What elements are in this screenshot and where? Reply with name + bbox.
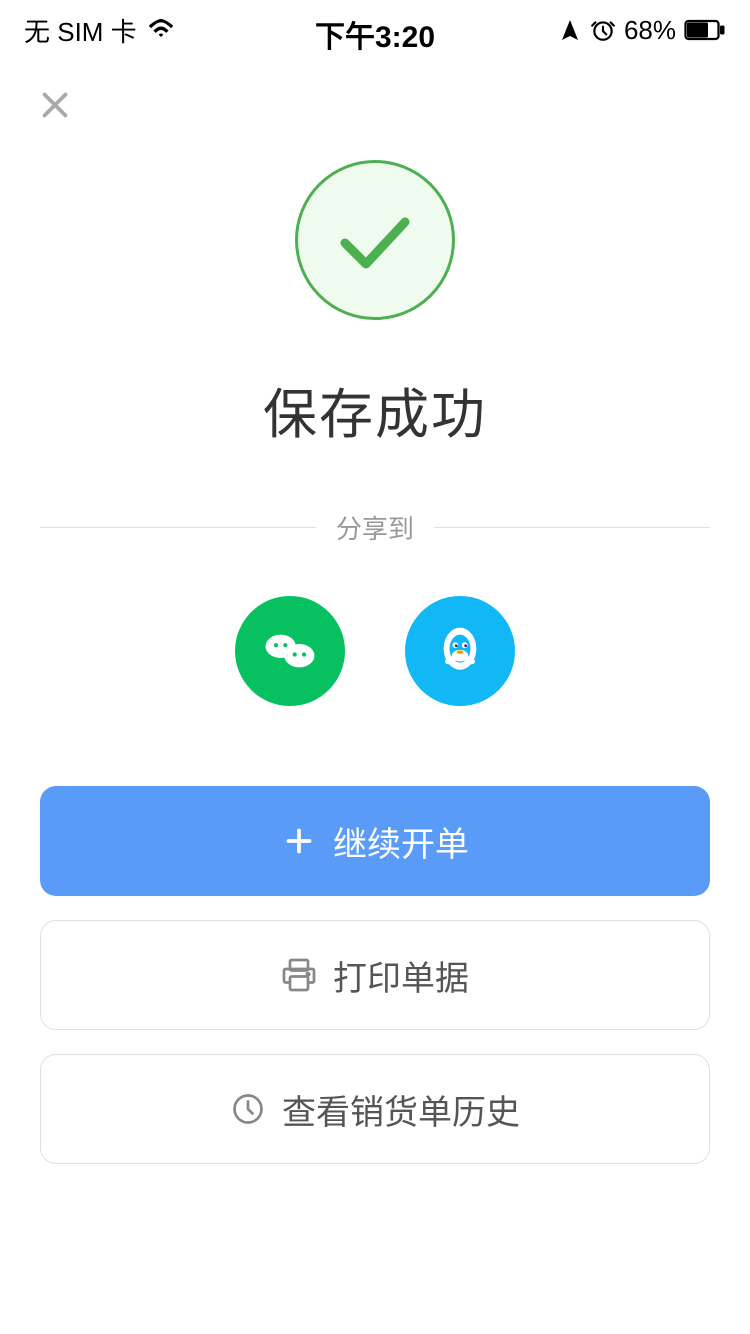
print-label: 打印单据 — [333, 951, 469, 1000]
history-button[interactable]: 查看销货单历史 — [40, 1054, 710, 1164]
battery-percent: 68% — [624, 15, 676, 46]
continue-order-button[interactable]: 继续开单 — [40, 786, 710, 896]
success-icon-circle — [295, 160, 455, 320]
history-label: 查看销货单历史 — [282, 1085, 520, 1134]
qq-icon — [425, 616, 495, 686]
share-divider-label: 分享到 — [336, 509, 414, 546]
wifi-icon — [147, 16, 175, 44]
close-button[interactable] — [30, 80, 80, 130]
divider-left — [40, 527, 316, 528]
print-button[interactable]: 打印单据 — [40, 920, 710, 1030]
wechat-icon — [255, 616, 325, 686]
clock-icon — [230, 1091, 266, 1127]
location-icon — [558, 18, 582, 42]
share-divider: 分享到 — [40, 509, 710, 546]
success-title: 保存成功 — [263, 370, 487, 449]
alarm-icon — [590, 17, 616, 43]
status-right: 68% — [558, 15, 726, 46]
plus-icon — [281, 823, 317, 859]
divider-right — [434, 527, 710, 528]
battery-icon — [684, 19, 726, 41]
status-carrier: 无 SIM 卡 — [24, 12, 175, 49]
checkmark-icon — [330, 195, 420, 285]
share-qq-button[interactable] — [405, 596, 515, 706]
main-content: 保存成功 分享到 — [0, 60, 750, 1334]
share-wechat-button[interactable] — [235, 596, 345, 706]
carrier-text: 无 SIM 卡 — [24, 12, 137, 49]
share-icons-row — [235, 596, 515, 706]
status-time: 下午3:20 — [315, 12, 435, 56]
printer-icon — [281, 957, 317, 993]
continue-order-label: 继续开单 — [333, 817, 469, 866]
status-bar: 无 SIM 卡 下午3:20 68% — [0, 0, 750, 60]
